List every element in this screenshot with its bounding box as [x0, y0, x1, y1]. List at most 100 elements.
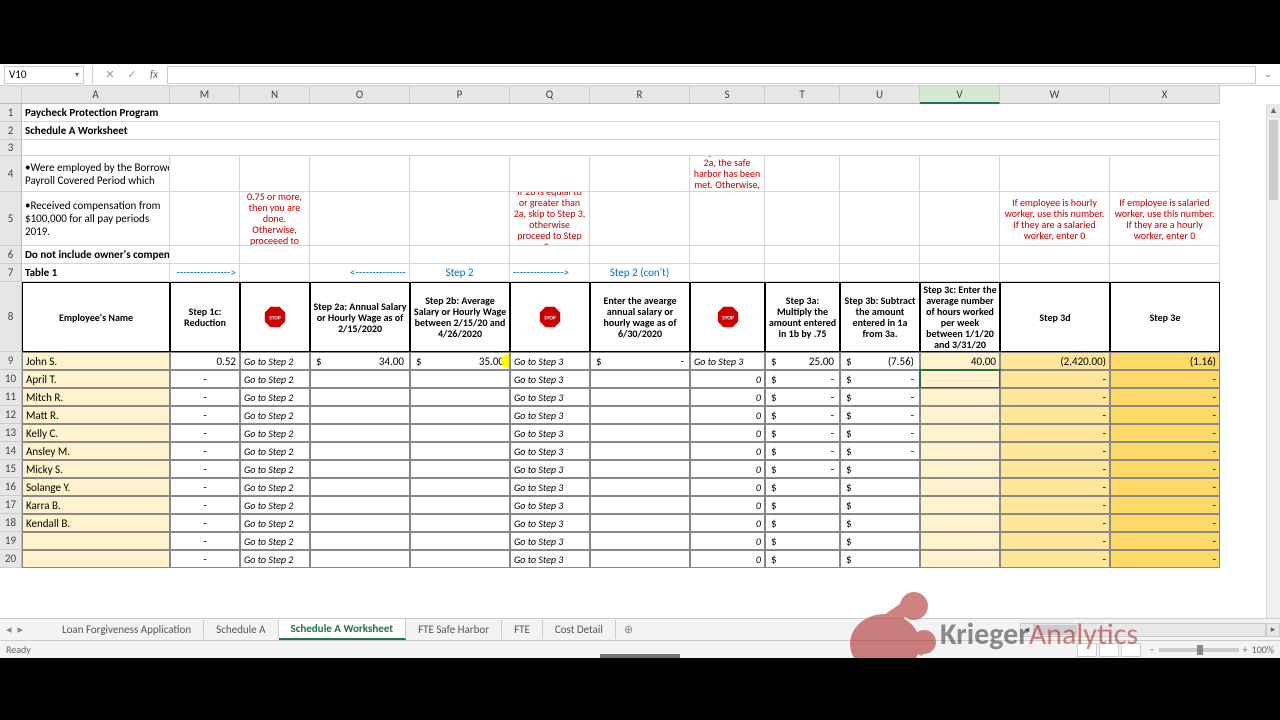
cell[interactable]: Paycheck Protection Program: [22, 104, 1220, 122]
col-header[interactable]: A: [22, 86, 170, 104]
col-hdr-step1c[interactable]: Step 1c: Reduction: [170, 282, 240, 352]
view-normal-icon[interactable]: [1077, 643, 1097, 657]
view-layout-icon[interactable]: [1099, 643, 1119, 657]
cell-employee[interactable]: John S.: [22, 352, 170, 370]
zoom-level[interactable]: 100%: [1252, 643, 1274, 656]
col-hdr-name[interactable]: Employee's Name: [22, 282, 170, 352]
zoom-in-icon[interactable]: +: [1243, 643, 1248, 656]
cell-goto[interactable]: Go to Step 2: [240, 352, 310, 370]
cell[interactable]: Do not include owner's compensation: [22, 246, 170, 264]
note: If 2c is equal to or greater than 2a, th…: [690, 156, 765, 192]
col-header[interactable]: R: [590, 86, 690, 104]
confirm-icon[interactable]: ✓: [123, 66, 141, 84]
sheet-tab[interactable]: Loan Forgiveness Application: [50, 620, 204, 639]
scroll-left-icon[interactable]: ◂: [1020, 623, 1034, 637]
col-header[interactable]: O: [310, 86, 410, 104]
active-cell[interactable]: [920, 370, 1000, 388]
col-header[interactable]: P: [410, 86, 510, 104]
letterbox-bottom: [0, 658, 1280, 720]
cell[interactable]: •Received compensation from$100,000 for …: [22, 192, 170, 246]
col-header[interactable]: M: [170, 86, 240, 104]
cell[interactable]: 40.00: [920, 352, 1000, 370]
row-header[interactable]: 10: [0, 370, 22, 388]
fx-icon[interactable]: fx: [145, 66, 163, 84]
note: If Step 1c is 0.75 or more, then you are…: [240, 192, 310, 246]
col-header[interactable]: V: [920, 86, 1000, 104]
col-header[interactable]: T: [765, 86, 840, 104]
cancel-icon[interactable]: ✕: [101, 66, 119, 84]
col-hdr-r[interactable]: Enter the avearge annual salary or hourl…: [590, 282, 690, 352]
row-header[interactable]: 8: [0, 282, 22, 352]
row-header[interactable]: 6: [0, 246, 22, 264]
excel-window: V10▾ ✕ ✓ fx ⌄ A M N O P Q R S T U V W X …: [0, 64, 1280, 658]
col-header[interactable]: U: [840, 86, 920, 104]
row-header[interactable]: 4: [0, 156, 22, 192]
col-hdr-step3b[interactable]: Step 3b: Subtract the amount entered in …: [840, 282, 920, 352]
cell[interactable]: $-: [590, 352, 690, 370]
col-header[interactable]: Q: [510, 86, 590, 104]
col-hdr-step2a[interactable]: Step 2a: Annual Salary or Hourly Wage as…: [310, 282, 410, 352]
cell[interactable]: (2,420.00): [1000, 352, 1110, 370]
col-hdr-step3a[interactable]: Step 3a: Multiply the amount entered in …: [765, 282, 840, 352]
cell[interactable]: [22, 140, 1220, 156]
cell[interactable]: $25.00: [765, 352, 840, 370]
cell-goto[interactable]: Go to Step 3: [690, 352, 765, 370]
col-header[interactable]: S: [690, 86, 765, 104]
row-header[interactable]: 1: [0, 104, 22, 122]
add-sheet-icon[interactable]: ⊕: [616, 620, 641, 639]
status-text: Ready: [6, 643, 31, 656]
formula-input[interactable]: [167, 66, 1256, 84]
cell-goto[interactable]: Go to Step 3: [510, 352, 590, 370]
svg-text:STOP: STOP: [544, 315, 556, 321]
select-all-corner[interactable]: [0, 86, 22, 104]
cursor-highlight-icon: [501, 354, 510, 368]
row-header[interactable]: 5: [0, 192, 22, 246]
col-header[interactable]: W: [1000, 86, 1110, 104]
sheet-tabs: ◂ ▸ Loan Forgiveness Application Schedul…: [0, 618, 1280, 640]
scroll-thumb[interactable]: [1269, 120, 1278, 200]
col-hdr-step3d[interactable]: Step 3d: [1000, 282, 1110, 352]
horizontal-scrollbar[interactable]: ◂ ▸: [1020, 622, 1280, 638]
scroll-right-icon[interactable]: ▸: [1266, 623, 1280, 637]
tab-next-icon[interactable]: ▸: [18, 623, 24, 636]
note: If employee is salaried worker, use this…: [1110, 192, 1220, 246]
cell[interactable]: $34.00: [310, 352, 410, 370]
sheet-tab[interactable]: FTE Safe Harbor: [406, 620, 502, 639]
name-box[interactable]: V10▾: [4, 66, 84, 84]
row-header[interactable]: 3: [0, 140, 22, 156]
note: If employee is hourly worker, use this n…: [1000, 192, 1110, 246]
worksheet-grid[interactable]: A M N O P Q R S T U V W X 1 Paycheck Pro…: [0, 86, 1280, 618]
formula-bar-row: V10▾ ✕ ✓ fx ⌄: [0, 64, 1280, 86]
col-hdr-step2b[interactable]: Step 2b: Average Salary or Hourly Wage b…: [410, 282, 510, 352]
sheet-tab[interactable]: Schedule A: [204, 620, 278, 639]
sheet-tab[interactable]: Cost Detail: [543, 620, 616, 639]
vertical-scrollbar[interactable]: ▲: [1266, 104, 1280, 618]
cell[interactable]: •Were employed by the BorrowerPayroll Co…: [22, 156, 170, 192]
col-header[interactable]: X: [1110, 86, 1220, 104]
row-header[interactable]: 7: [0, 264, 22, 282]
row-header[interactable]: 9: [0, 352, 22, 370]
cell[interactable]: (1.16): [1110, 352, 1220, 370]
col-hdr-step3e[interactable]: Step 3e: [1110, 282, 1220, 352]
zoom-slider[interactable]: [1159, 648, 1239, 652]
letterbox-top: [0, 0, 1280, 64]
sheet-tab-active[interactable]: Schedule A Worksheet: [279, 619, 407, 640]
tab-prev-icon[interactable]: ◂: [6, 623, 12, 636]
row-header[interactable]: 2: [0, 122, 22, 140]
zoom-out-icon[interactable]: −: [1150, 643, 1155, 656]
svg-text:STOP: STOP: [269, 315, 281, 321]
sheet-tab[interactable]: FTE: [502, 620, 543, 639]
chevron-down-icon[interactable]: ▾: [75, 70, 79, 80]
expand-formula-icon[interactable]: ⌄: [1260, 69, 1276, 80]
cell[interactable]: Table 1: [22, 264, 170, 282]
cell[interactable]: $35.00: [410, 352, 510, 370]
col-hdr-step3c[interactable]: Step 3c: Enter the average number of hou…: [920, 282, 1000, 352]
view-pagebreak-icon[interactable]: [1121, 643, 1141, 657]
scroll-up-icon[interactable]: ▲: [1267, 104, 1280, 118]
cell[interactable]: Schedule A Worksheet: [22, 122, 1220, 140]
cell[interactable]: $(7.56): [840, 352, 920, 370]
stop-icon: STOP: [510, 282, 590, 352]
scroll-thumb[interactable]: [1037, 625, 1077, 635]
col-header[interactable]: N: [240, 86, 310, 104]
cell[interactable]: 0.52: [170, 352, 240, 370]
